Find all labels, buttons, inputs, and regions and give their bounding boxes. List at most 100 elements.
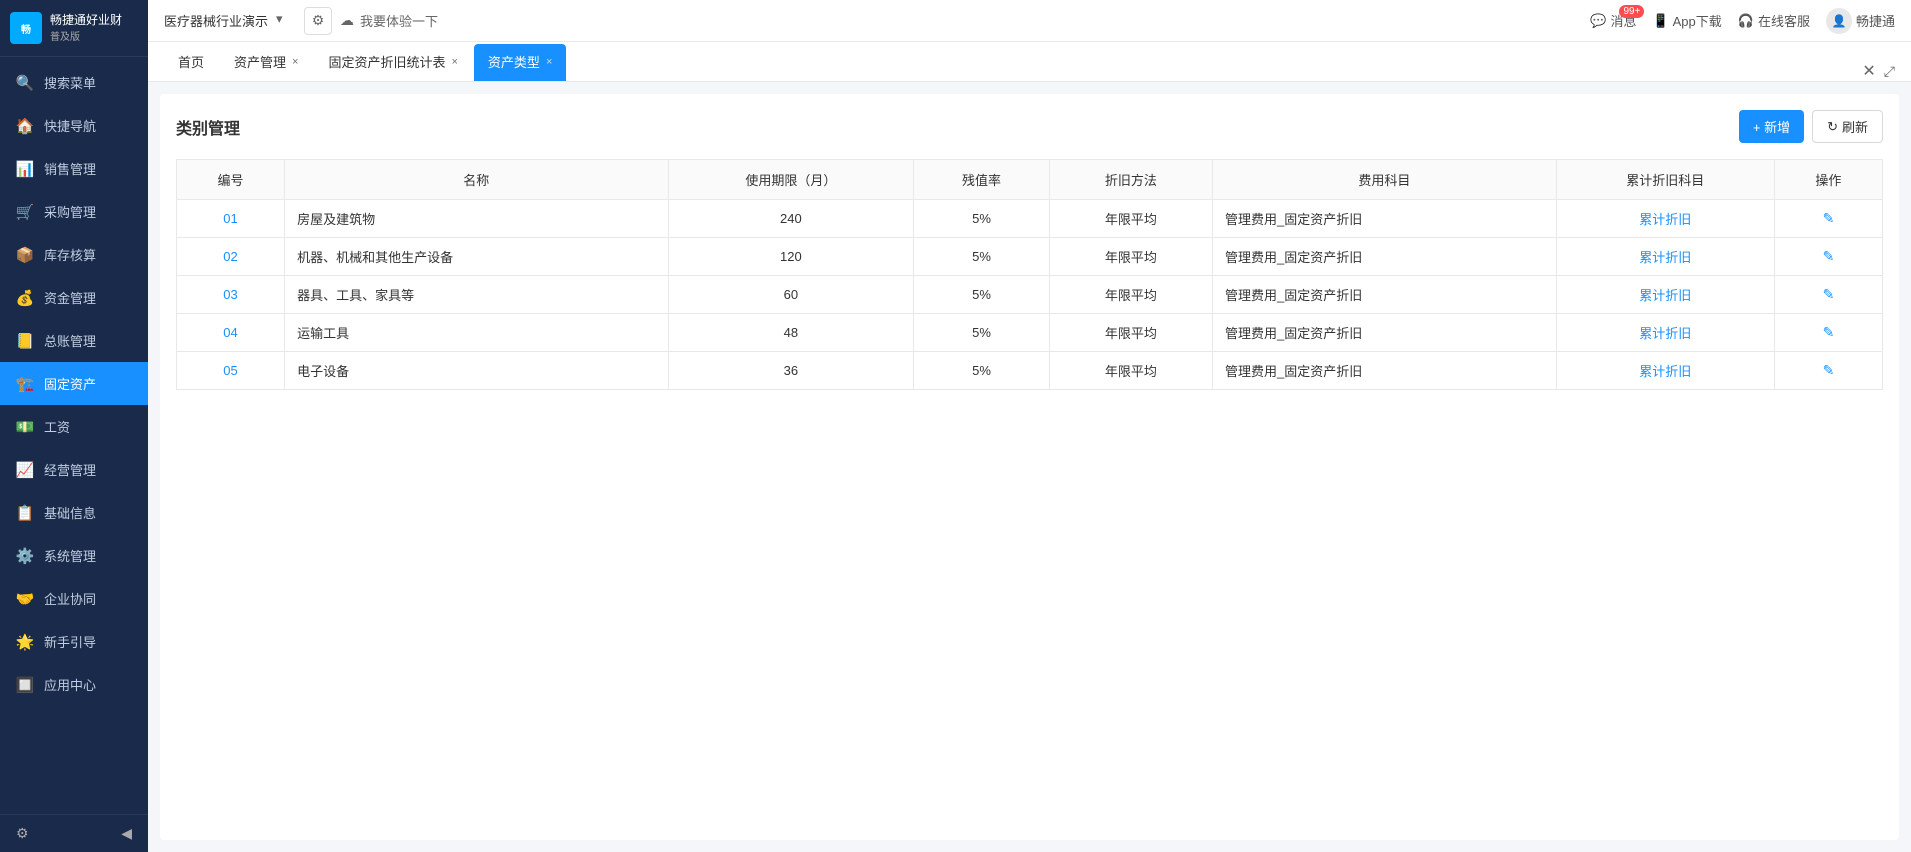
cell-code-0: 01 [177, 200, 285, 238]
tab-asset-type[interactable]: 资产类型 × [474, 44, 566, 81]
nav-label-enterprise: 企业协同 [44, 589, 96, 608]
refresh-button[interactable]: ↻ 刷新 [1812, 110, 1883, 143]
sidebar-item-basic-info[interactable]: 📋 基础信息 [0, 491, 148, 534]
cell-name-4: 电子设备 [285, 352, 668, 390]
online-service-label: 在线客服 [1758, 11, 1810, 30]
nav-label-purchase: 采购管理 [44, 202, 96, 221]
edit-icon-1[interactable]: ✎ [1823, 248, 1835, 264]
sidebar-item-fixed-assets[interactable]: 🏗️ 固定资产 [0, 362, 148, 405]
col-method: 折旧方法 [1049, 160, 1212, 200]
cell-method-2: 年限平均 [1049, 276, 1212, 314]
tab-asset-type-close[interactable]: × [546, 56, 552, 68]
online-service-btn[interactable]: 🎧 在线客服 [1738, 11, 1810, 30]
expand-panel-btn[interactable]: ⤢ [1884, 63, 1895, 80]
sidebar-item-purchase[interactable]: 🛒 采购管理 [0, 190, 148, 233]
settings-icon[interactable]: ⚙ [16, 825, 29, 842]
cell-residual-2: 5% [914, 276, 1050, 314]
user-name: 畅捷通 [1856, 11, 1895, 30]
cell-action-1: ✎ [1774, 238, 1882, 276]
nav-icon-capital: 💰 [16, 289, 34, 307]
close-panel-btn[interactable]: ✕ [1862, 61, 1875, 81]
sidebar-item-capital[interactable]: 💰 资金管理 [0, 276, 148, 319]
cell-months-4: 36 [668, 352, 914, 390]
topbar-settings-btn[interactable]: ⚙ [304, 7, 332, 35]
sidebar-item-salary[interactable]: 💵 工资 [0, 405, 148, 448]
edit-icon-3[interactable]: ✎ [1823, 324, 1835, 340]
data-table: 编号 名称 使用期限（月） 残值率 折旧方法 费用科目 累计折旧科目 操作 01… [176, 159, 1883, 390]
topbar-left: 医疗器械行业演示 ▾ ⚙ ☁ 我要体验一下 [164, 7, 1578, 35]
col-residual: 残值率 [914, 160, 1050, 200]
cell-action-0: ✎ [1774, 200, 1882, 238]
cell-residual-0: 5% [914, 200, 1050, 238]
sidebar-item-operations[interactable]: 📈 经营管理 [0, 448, 148, 491]
cell-months-1: 120 [668, 238, 914, 276]
cell-months-2: 60 [668, 276, 914, 314]
service-icon: 🎧 [1738, 13, 1754, 29]
nav-label-sales: 销售管理 [44, 159, 96, 178]
nav-label-fixed-assets: 固定资产 [44, 374, 96, 393]
tab-asset-mgmt-close[interactable]: × [292, 56, 298, 68]
sidebar-item-quick-nav[interactable]: 🏠 快捷导航 [0, 104, 148, 147]
message-icon: 💬 [1590, 13, 1606, 29]
topbar-right: 💬 消息 99+ 📱 App下载 🎧 在线客服 👤 畅捷通 [1590, 8, 1895, 34]
cell-method-1: 年限平均 [1049, 238, 1212, 276]
logo-subtitle: 普及版 [50, 28, 122, 43]
message-btn[interactable]: 💬 消息 99+ [1590, 11, 1636, 30]
tab-asset-type-label: 资产类型 [488, 52, 540, 71]
sidebar: 畅 畅捷通好业财 普及版 🔍 搜索菜单 🏠 快捷导航 📊 销售管理 🛒 采购管理… [0, 0, 148, 852]
cell-code-1: 02 [177, 238, 285, 276]
cell-method-3: 年限平均 [1049, 314, 1212, 352]
avatar: 👤 [1826, 8, 1852, 34]
table-row: 05 电子设备 36 5% 年限平均 管理费用_固定资产折旧 累计折旧 ✎ [177, 352, 1883, 390]
tab-fixed-depreciation-label: 固定资产折旧统计表 [328, 52, 445, 71]
cell-expense-2: 管理费用_固定资产折旧 [1213, 276, 1557, 314]
topbar-dropdown-icon[interactable]: ▾ [276, 11, 296, 31]
tab-asset-mgmt[interactable]: 资产管理 × [220, 44, 312, 81]
edit-icon-0[interactable]: ✎ [1823, 210, 1835, 226]
cell-residual-3: 5% [914, 314, 1050, 352]
topbar-experience-btn[interactable]: ☁ 我要体验一下 [340, 11, 438, 30]
edit-icon-4[interactable]: ✎ [1823, 362, 1835, 378]
cell-accumulated-2: 累计折旧 [1556, 276, 1774, 314]
app-download-btn[interactable]: 📱 App下载 [1652, 11, 1721, 30]
logo-icon: 畅 [10, 12, 42, 44]
sidebar-item-search[interactable]: 🔍 搜索菜单 [0, 61, 148, 104]
tab-fixed-depreciation-close[interactable]: × [451, 56, 457, 68]
sidebar-item-system[interactable]: ⚙️ 系统管理 [0, 534, 148, 577]
cell-action-2: ✎ [1774, 276, 1882, 314]
cell-name-3: 运输工具 [285, 314, 668, 352]
nav-label-salary: 工资 [44, 417, 70, 436]
sidebar-item-enterprise[interactable]: 🤝 企业协同 [0, 577, 148, 620]
page-wrapper: 类别管理 + 新增 ↻ 刷新 编号 名称 使用期限（月） 残值率 [160, 94, 1899, 840]
table-row: 03 器具、工具、家具等 60 5% 年限平均 管理费用_固定资产折旧 累计折旧… [177, 276, 1883, 314]
sidebar-item-app-center[interactable]: 🔲 应用中心 [0, 663, 148, 706]
cell-code-2: 03 [177, 276, 285, 314]
sidebar-item-inventory[interactable]: 📦 库存核算 [0, 233, 148, 276]
new-button[interactable]: + 新增 [1739, 110, 1804, 143]
nav-icon-operations: 📈 [16, 461, 34, 479]
tab-fixed-depreciation[interactable]: 固定资产折旧统计表 × [314, 44, 471, 81]
collapse-icon[interactable]: ◀ [121, 825, 132, 842]
cell-residual-1: 5% [914, 238, 1050, 276]
refresh-icon: ↻ [1827, 119, 1838, 135]
nav-label-quick-nav: 快捷导航 [44, 116, 96, 135]
tab-home[interactable]: 首页 [164, 44, 218, 81]
cell-months-0: 240 [668, 200, 914, 238]
nav-icon-system: ⚙️ [16, 547, 34, 565]
app-logo: 畅 畅捷通好业财 普及版 [0, 0, 148, 57]
topbar: 医疗器械行业演示 ▾ ⚙ ☁ 我要体验一下 💬 消息 99+ 📱 App下载 🎧… [148, 0, 1911, 42]
cell-accumulated-1: 累计折旧 [1556, 238, 1774, 276]
cell-name-0: 房屋及建筑物 [285, 200, 668, 238]
message-badge: 99+ [1619, 5, 1644, 18]
col-expense: 费用科目 [1213, 160, 1557, 200]
user-profile-btn[interactable]: 👤 畅捷通 [1826, 8, 1895, 34]
cell-residual-4: 5% [914, 352, 1050, 390]
sidebar-item-ledger[interactable]: 📒 总账管理 [0, 319, 148, 362]
tab-home-label: 首页 [178, 52, 204, 71]
nav-icon-enterprise: 🤝 [16, 590, 34, 608]
sidebar-item-sales[interactable]: 📊 销售管理 [0, 147, 148, 190]
sidebar-item-beginner[interactable]: 🌟 新手引导 [0, 620, 148, 663]
experience-label: 我要体验一下 [360, 11, 438, 30]
edit-icon-2[interactable]: ✎ [1823, 286, 1835, 302]
nav-icon-beginner: 🌟 [16, 633, 34, 651]
